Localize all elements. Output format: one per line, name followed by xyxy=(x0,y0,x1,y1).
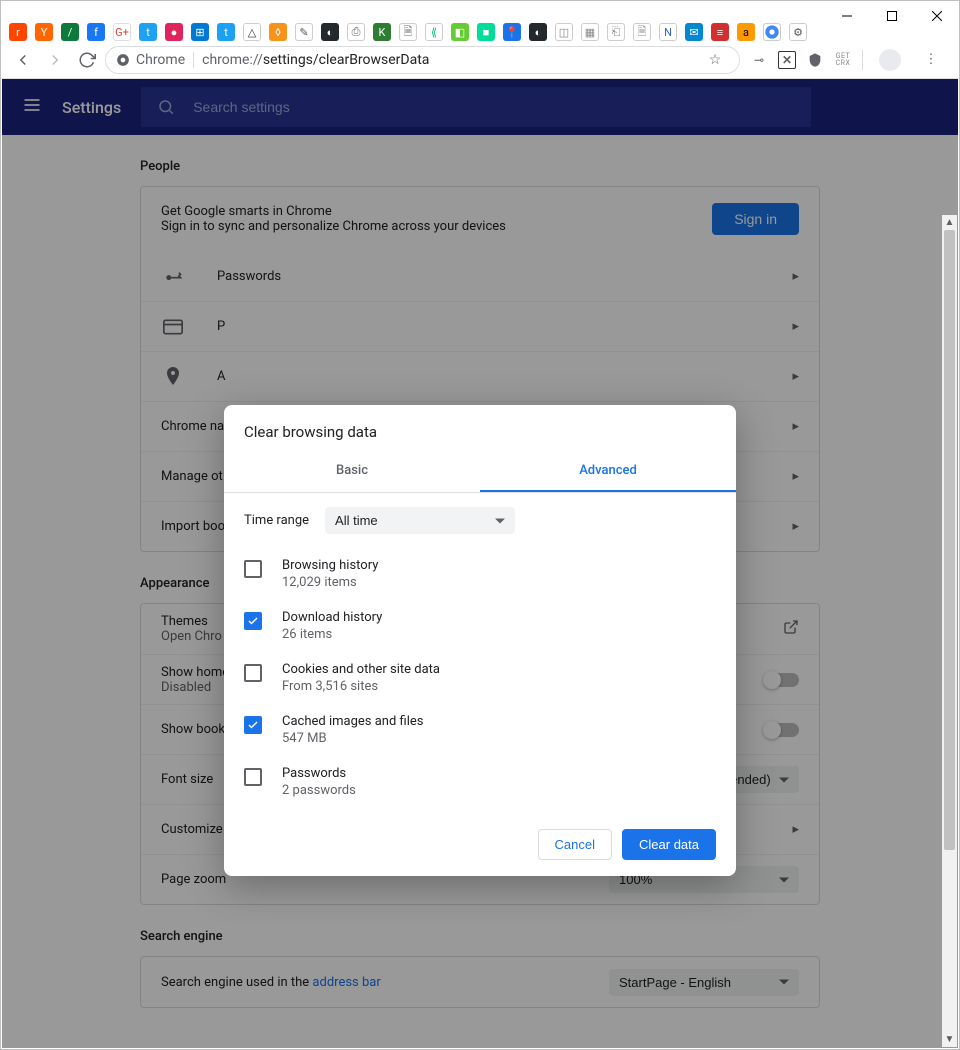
scroll-thumb[interactable] xyxy=(944,230,955,850)
tab-favicon[interactable]: ⎗ xyxy=(607,23,625,41)
back-button[interactable] xyxy=(9,46,37,74)
checkbox-sublabel: 26 items xyxy=(282,627,382,642)
extensions-area: ⊸ ✕ GET CRX ⋮ xyxy=(744,46,951,74)
time-range-select[interactable]: All time xyxy=(325,507,515,534)
checkbox[interactable] xyxy=(244,664,262,682)
tab-favicon[interactable]: ⚙ xyxy=(789,23,807,41)
clear-data-button[interactable]: Clear data xyxy=(622,829,716,860)
tab-favicon[interactable]: r xyxy=(9,23,27,41)
tab-favicon[interactable]: f xyxy=(87,23,105,41)
tab-favicon[interactable]: ◊ xyxy=(269,23,287,41)
checkbox-label: Passwords xyxy=(282,766,356,781)
scrollbar[interactable]: ▲ ▼ xyxy=(942,215,957,1047)
time-range-label: Time range xyxy=(244,513,309,528)
dialog-actions: Cancel Clear data xyxy=(224,813,736,876)
dialog-body: Time range All time Browsing history 12,0… xyxy=(224,493,736,813)
checkbox-row[interactable]: Cached images and files 547 MB xyxy=(224,704,736,756)
tab-favicon[interactable]: ◫ xyxy=(555,23,573,41)
page-content: Settings People Get Google smarts in Chr… xyxy=(2,79,958,1048)
checkbox-row[interactable]: Download history 26 items xyxy=(224,600,736,652)
bookmark-star-icon[interactable]: ☆ xyxy=(701,46,729,74)
address-bar: Chrome chrome://settings/clearBrowserDat… xyxy=(1,41,959,79)
tab-favicon[interactable]: t xyxy=(139,23,157,41)
tab-favicon[interactable]: ⊞ xyxy=(191,23,209,41)
tab-favicon[interactable]: G+ xyxy=(113,23,131,41)
tab-favicon[interactable]: ✉ xyxy=(685,23,703,41)
extension-icon[interactable]: GET CRX xyxy=(834,51,852,69)
checkbox[interactable] xyxy=(244,768,262,786)
tab-favicon[interactable]: ▦ xyxy=(581,23,599,41)
tab-favicon[interactable]: Y xyxy=(35,23,53,41)
tab-basic[interactable]: Basic xyxy=(224,451,480,492)
reload-button[interactable] xyxy=(73,46,101,74)
checkbox-row[interactable]: Browsing history 12,029 items xyxy=(224,548,736,600)
omnibox-separator xyxy=(193,52,194,68)
checkbox-row[interactable]: Autofill form data xyxy=(224,808,736,813)
checkbox-label: Browsing history xyxy=(282,558,378,573)
tab-advanced[interactable]: Advanced xyxy=(480,451,736,492)
tab-favicon[interactable]: t xyxy=(217,23,235,41)
profile-avatar[interactable] xyxy=(879,49,901,71)
tab-favicon[interactable]: ◐ xyxy=(321,23,339,41)
checkbox-row[interactable]: Cookies and other site data From 3,516 si… xyxy=(224,652,736,704)
tab-favicon[interactable]: ⎙ xyxy=(347,23,365,41)
scroll-up-arrow[interactable]: ▲ xyxy=(942,215,957,230)
tabstrip: r Y / f G+ t ● ⊞ t △ ◊ ✎ ◐ ⎙ K 🗎 ⟪ ◧ ■ 📍… xyxy=(1,1,824,41)
omnibox-site-label: Chrome xyxy=(136,52,185,68)
dialog-title: Clear browsing data xyxy=(224,405,736,451)
tab-favicon[interactable]: ≡ xyxy=(711,23,729,41)
scroll-down-arrow[interactable]: ▼ xyxy=(942,1032,957,1047)
titlebar: r Y / f G+ t ● ⊞ t △ ◊ ✎ ◐ ⎙ K 🗎 ⟪ ◧ ■ 📍… xyxy=(1,1,959,41)
forward-button[interactable] xyxy=(41,46,69,74)
cancel-button[interactable]: Cancel xyxy=(538,829,612,860)
tab-favicon[interactable]: 📍 xyxy=(503,23,521,41)
tab-favicon[interactable]: ◐ xyxy=(529,23,547,41)
checkbox-sublabel: From 3,516 sites xyxy=(282,679,440,694)
tab-favicon[interactable]: / xyxy=(61,23,79,41)
checkbox-sublabel: 547 MB xyxy=(282,731,423,746)
close-window-button[interactable] xyxy=(914,1,959,31)
checkbox-label: Download history xyxy=(282,610,382,625)
tab-favicon[interactable]: a xyxy=(737,23,755,41)
tab-favicon[interactable]: ■ xyxy=(477,23,495,41)
checkbox-label: Cookies and other site data xyxy=(282,662,440,677)
clear-data-dialog: Clear browsing data Basic Advanced Time … xyxy=(224,405,736,876)
chrome-menu-button[interactable]: ⋮ xyxy=(917,46,945,74)
tab-favicon[interactable]: ✎ xyxy=(295,23,313,41)
omnibox[interactable]: Chrome chrome://settings/clearBrowserDat… xyxy=(105,46,740,74)
tab-favicon[interactable]: 🗎 xyxy=(399,23,417,41)
site-info-icon[interactable]: Chrome xyxy=(116,52,185,68)
tab-favicon[interactable]: K xyxy=(373,23,391,41)
tab-favicon[interactable] xyxy=(763,23,781,41)
checkbox-row[interactable]: Passwords 2 passwords xyxy=(224,756,736,808)
extension-icon[interactable] xyxy=(806,51,824,69)
active-tab[interactable]: ✕ xyxy=(815,9,824,41)
window-frame: r Y / f G+ t ● ⊞ t △ ◊ ✎ ◐ ⎙ K 🗎 ⟪ ◧ ■ 📍… xyxy=(0,0,960,1050)
checkbox-label: Cached images and files xyxy=(282,714,423,729)
tab-favicon[interactable]: ⟪ xyxy=(425,23,443,41)
extension-icon[interactable]: ✕ xyxy=(778,51,796,69)
dialog-tabs: Basic Advanced xyxy=(224,451,736,493)
maximize-button[interactable] xyxy=(869,1,914,31)
omnibox-url: chrome://settings/clearBrowserData xyxy=(202,52,429,68)
checkbox[interactable] xyxy=(244,560,262,578)
tab-favicon[interactable]: △ xyxy=(243,23,261,41)
checkbox-sublabel: 12,029 items xyxy=(282,575,378,590)
tab-favicon[interactable]: ● xyxy=(165,23,183,41)
checkbox[interactable] xyxy=(244,716,262,734)
tab-favicon[interactable]: N xyxy=(659,23,677,41)
minimize-button[interactable] xyxy=(824,1,869,31)
time-range-row: Time range All time xyxy=(224,493,736,548)
tab-favicon[interactable]: ◧ xyxy=(451,23,469,41)
checkbox-sublabel: 2 passwords xyxy=(282,783,356,798)
window-buttons xyxy=(824,1,959,41)
tab-favicon[interactable]: 🗎 xyxy=(633,23,651,41)
extension-icon[interactable]: ⊸ xyxy=(750,51,768,69)
checkbox[interactable] xyxy=(244,612,262,630)
